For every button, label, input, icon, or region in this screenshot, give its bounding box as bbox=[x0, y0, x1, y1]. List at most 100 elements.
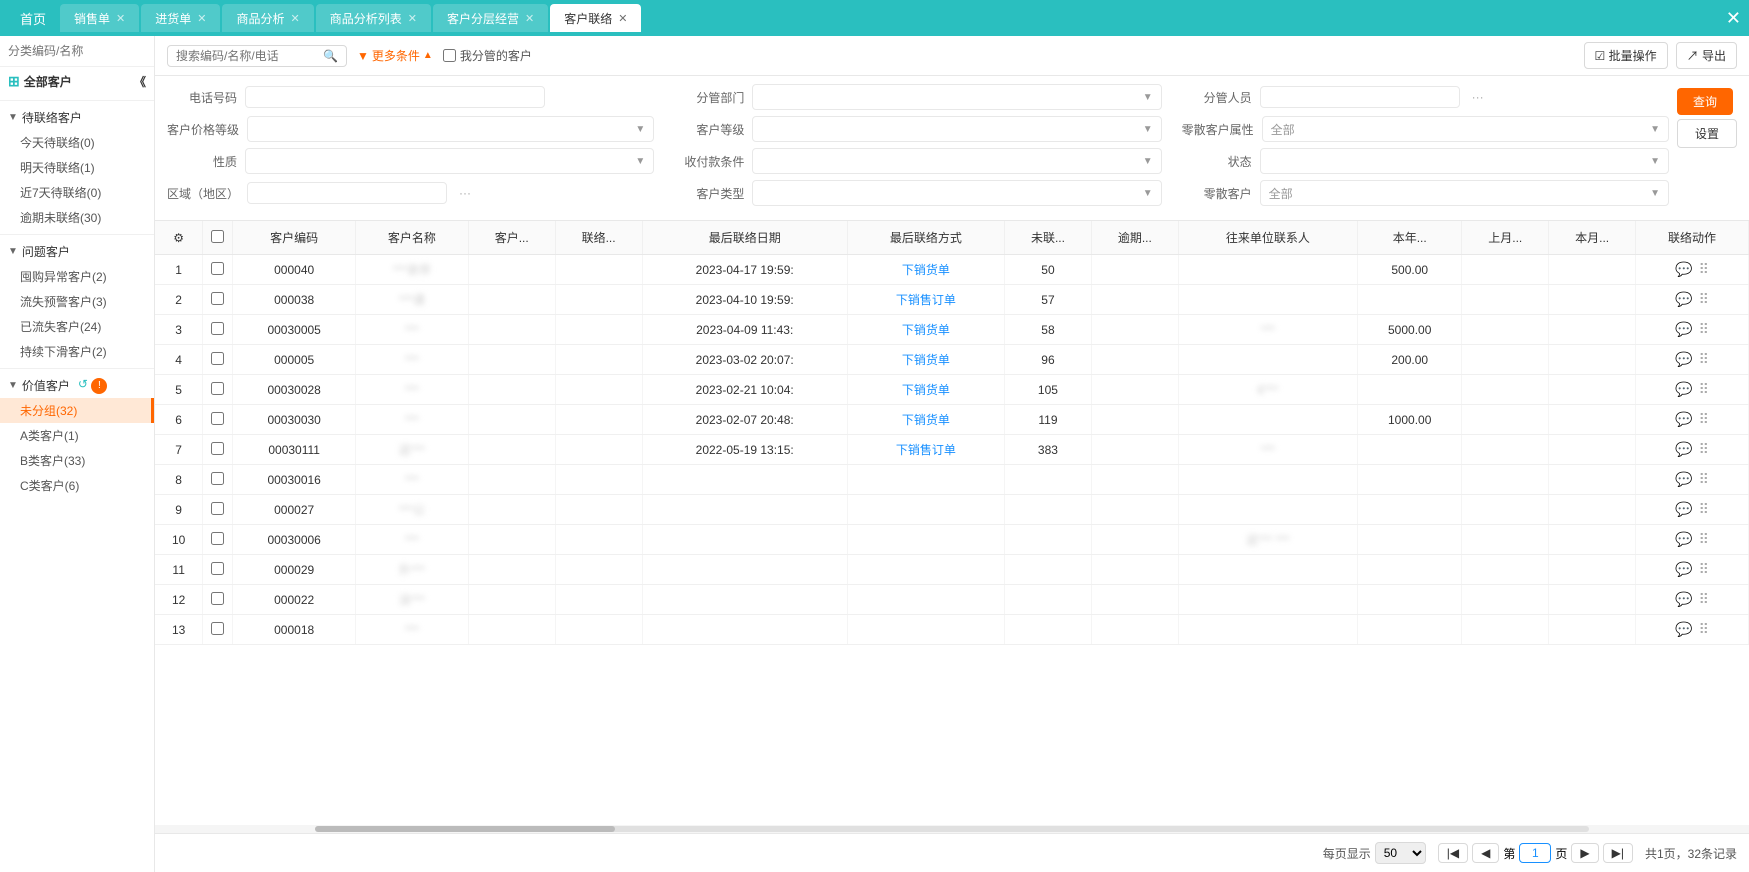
tab-purchase[interactable]: 进货单 ✕ bbox=[141, 4, 220, 32]
sidebar-item-7days[interactable]: 近7天待联络(0) bbox=[0, 180, 154, 205]
refresh-icon[interactable]: ↺ bbox=[78, 377, 88, 391]
col-select-all[interactable] bbox=[203, 221, 233, 255]
grid-action-icon[interactable]: ⠿ bbox=[1699, 621, 1709, 638]
person-more-icon[interactable]: ··· bbox=[1472, 90, 1484, 104]
filter-payment-select[interactable]: ▼ bbox=[752, 148, 1161, 174]
last-page-btn[interactable]: ▶| bbox=[1603, 843, 1633, 863]
export-button[interactable]: ↗ 导出 bbox=[1676, 42, 1737, 69]
sidebar-item-churn-warning[interactable]: 流失预警客户(3) bbox=[0, 289, 154, 314]
sidebar-group-value[interactable]: ▼ 价值客户 ↺ ! bbox=[0, 373, 154, 398]
sidebar-item-tomorrow[interactable]: 明天待联络(1) bbox=[0, 155, 154, 180]
my-customers-check[interactable] bbox=[443, 49, 456, 62]
collapse-sidebar-icon[interactable]: 《 bbox=[134, 73, 146, 90]
scrollbar-thumb[interactable] bbox=[315, 826, 615, 832]
chat-icon[interactable]: 💬 bbox=[1675, 621, 1692, 638]
chat-icon[interactable]: 💬 bbox=[1675, 321, 1692, 338]
sidebar-item-b-class[interactable]: B类客户(33) bbox=[0, 448, 154, 473]
row-checkbox[interactable] bbox=[203, 285, 233, 315]
horizontal-scrollbar[interactable] bbox=[155, 825, 1749, 833]
filter-dept-select[interactable]: ▼ bbox=[752, 84, 1161, 110]
my-customers-checkbox[interactable]: 我分管的客户 bbox=[443, 47, 532, 64]
chat-icon[interactable]: 💬 bbox=[1675, 591, 1692, 608]
chat-icon[interactable]: 💬 bbox=[1675, 291, 1692, 308]
row-checkbox[interactable] bbox=[203, 255, 233, 285]
sidebar-item-lost[interactable]: 已流失客户(24) bbox=[0, 314, 154, 339]
page-input[interactable] bbox=[1519, 843, 1551, 863]
filter-person-input[interactable] bbox=[1260, 86, 1460, 108]
row-checkbox[interactable] bbox=[203, 555, 233, 585]
select-all-checkbox[interactable] bbox=[211, 230, 224, 243]
chat-icon[interactable]: 💬 bbox=[1675, 531, 1692, 548]
sidebar-item-a-class[interactable]: A类客户(1) bbox=[0, 423, 154, 448]
reset-button[interactable]: 设置 bbox=[1677, 119, 1737, 148]
close-window-icon[interactable]: ✕ bbox=[1726, 8, 1741, 29]
tab-product-analysis[interactable]: 商品分析 ✕ bbox=[222, 4, 313, 32]
row-checkbox[interactable] bbox=[203, 465, 233, 495]
row-checkbox[interactable] bbox=[203, 435, 233, 465]
query-button[interactable]: 查询 bbox=[1677, 88, 1733, 115]
chat-icon[interactable]: 💬 bbox=[1675, 561, 1692, 578]
close-product-list-tab[interactable]: ✕ bbox=[408, 12, 417, 25]
chat-icon[interactable]: 💬 bbox=[1675, 381, 1692, 398]
row-checkbox[interactable] bbox=[203, 495, 233, 525]
filter-scatter-select[interactable]: 全部 ▼ bbox=[1260, 180, 1669, 206]
grid-action-icon[interactable]: ⠿ bbox=[1699, 441, 1709, 458]
sidebar-group-pending[interactable]: ▼ 待联络客户 bbox=[0, 105, 154, 130]
sidebar-item-unclassified[interactable]: 未分组(32) bbox=[0, 398, 154, 423]
per-page-select[interactable]: 50 100 200 bbox=[1375, 842, 1426, 864]
chat-icon[interactable]: 💬 bbox=[1675, 501, 1692, 518]
grid-action-icon[interactable]: ⠿ bbox=[1699, 561, 1709, 578]
filter-status-select[interactable]: ▼ bbox=[1260, 148, 1669, 174]
first-page-btn[interactable]: |◀ bbox=[1438, 843, 1468, 863]
row-checkbox[interactable] bbox=[203, 525, 233, 555]
sidebar-item-abnormal[interactable]: 囤购异常客户(2) bbox=[0, 264, 154, 289]
close-sales-tab[interactable]: ✕ bbox=[116, 12, 125, 25]
close-customer-segment-tab[interactable]: ✕ bbox=[525, 12, 534, 25]
grid-action-icon[interactable]: ⠿ bbox=[1699, 351, 1709, 368]
sidebar-item-today[interactable]: 今天待联络(0) bbox=[0, 130, 154, 155]
close-purchase-tab[interactable]: ✕ bbox=[197, 12, 206, 25]
all-customers-item[interactable]: ⊞ 全部客户 《 bbox=[0, 67, 154, 96]
row-checkbox[interactable] bbox=[203, 405, 233, 435]
chat-icon[interactable]: 💬 bbox=[1675, 411, 1692, 428]
tab-customer-contact[interactable]: 客户联络 ✕ bbox=[550, 4, 641, 32]
grid-action-icon[interactable]: ⠿ bbox=[1699, 531, 1709, 548]
more-conditions-toggle[interactable]: ▼ 更多条件 ▲ bbox=[357, 47, 433, 64]
filter-scatter-attr-select[interactable]: 全部 ▼ bbox=[1262, 116, 1669, 142]
close-customer-contact-tab[interactable]: ✕ bbox=[618, 12, 627, 25]
next-page-btn[interactable]: ▶ bbox=[1571, 843, 1598, 863]
region-more-icon[interactable]: ··· bbox=[459, 186, 471, 200]
prev-page-btn[interactable]: ◀ bbox=[1472, 843, 1499, 863]
filter-customer-level-select[interactable]: ▼ bbox=[752, 116, 1161, 142]
search-input[interactable] bbox=[176, 49, 319, 63]
close-product-analysis-tab[interactable]: ✕ bbox=[291, 12, 300, 25]
sidebar-item-overdue[interactable]: 逾期未联络(30) bbox=[0, 205, 154, 230]
row-checkbox[interactable] bbox=[203, 585, 233, 615]
grid-action-icon[interactable]: ⠿ bbox=[1699, 471, 1709, 488]
col-settings[interactable]: ⚙ bbox=[155, 221, 203, 255]
chat-icon[interactable]: 💬 bbox=[1675, 351, 1692, 368]
batch-action-button[interactable]: ☑ 批量操作 bbox=[1584, 42, 1668, 69]
sidebar-group-problem[interactable]: ▼ 问题客户 bbox=[0, 239, 154, 264]
grid-action-icon[interactable]: ⠿ bbox=[1699, 381, 1709, 398]
tab-customer-segment[interactable]: 客户分层经营 ✕ bbox=[433, 4, 548, 32]
tab-product-analysis-list[interactable]: 商品分析列表 ✕ bbox=[316, 4, 431, 32]
chat-icon[interactable]: 💬 bbox=[1675, 471, 1692, 488]
row-checkbox[interactable] bbox=[203, 315, 233, 345]
grid-action-icon[interactable]: ⠿ bbox=[1699, 291, 1709, 308]
tab-sales[interactable]: 销售单 ✕ bbox=[60, 4, 139, 32]
filter-nature-select[interactable]: ▼ bbox=[245, 148, 654, 174]
sidebar-search-input[interactable] bbox=[8, 44, 155, 58]
filter-ctype-select[interactable]: ▼ bbox=[752, 180, 1161, 206]
grid-action-icon[interactable]: ⠿ bbox=[1699, 261, 1709, 278]
grid-action-icon[interactable]: ⠿ bbox=[1699, 501, 1709, 518]
filter-price-level-select[interactable]: ▼ bbox=[247, 116, 654, 142]
chat-icon[interactable]: 💬 bbox=[1675, 441, 1692, 458]
search-icon[interactable]: 🔍 bbox=[323, 49, 338, 63]
row-checkbox[interactable] bbox=[203, 615, 233, 645]
row-checkbox[interactable] bbox=[203, 375, 233, 405]
tab-home[interactable]: 首页 bbox=[8, 9, 58, 28]
chat-icon[interactable]: 💬 bbox=[1675, 261, 1692, 278]
filter-phone-input[interactable] bbox=[245, 86, 545, 108]
grid-action-icon[interactable]: ⠿ bbox=[1699, 321, 1709, 338]
